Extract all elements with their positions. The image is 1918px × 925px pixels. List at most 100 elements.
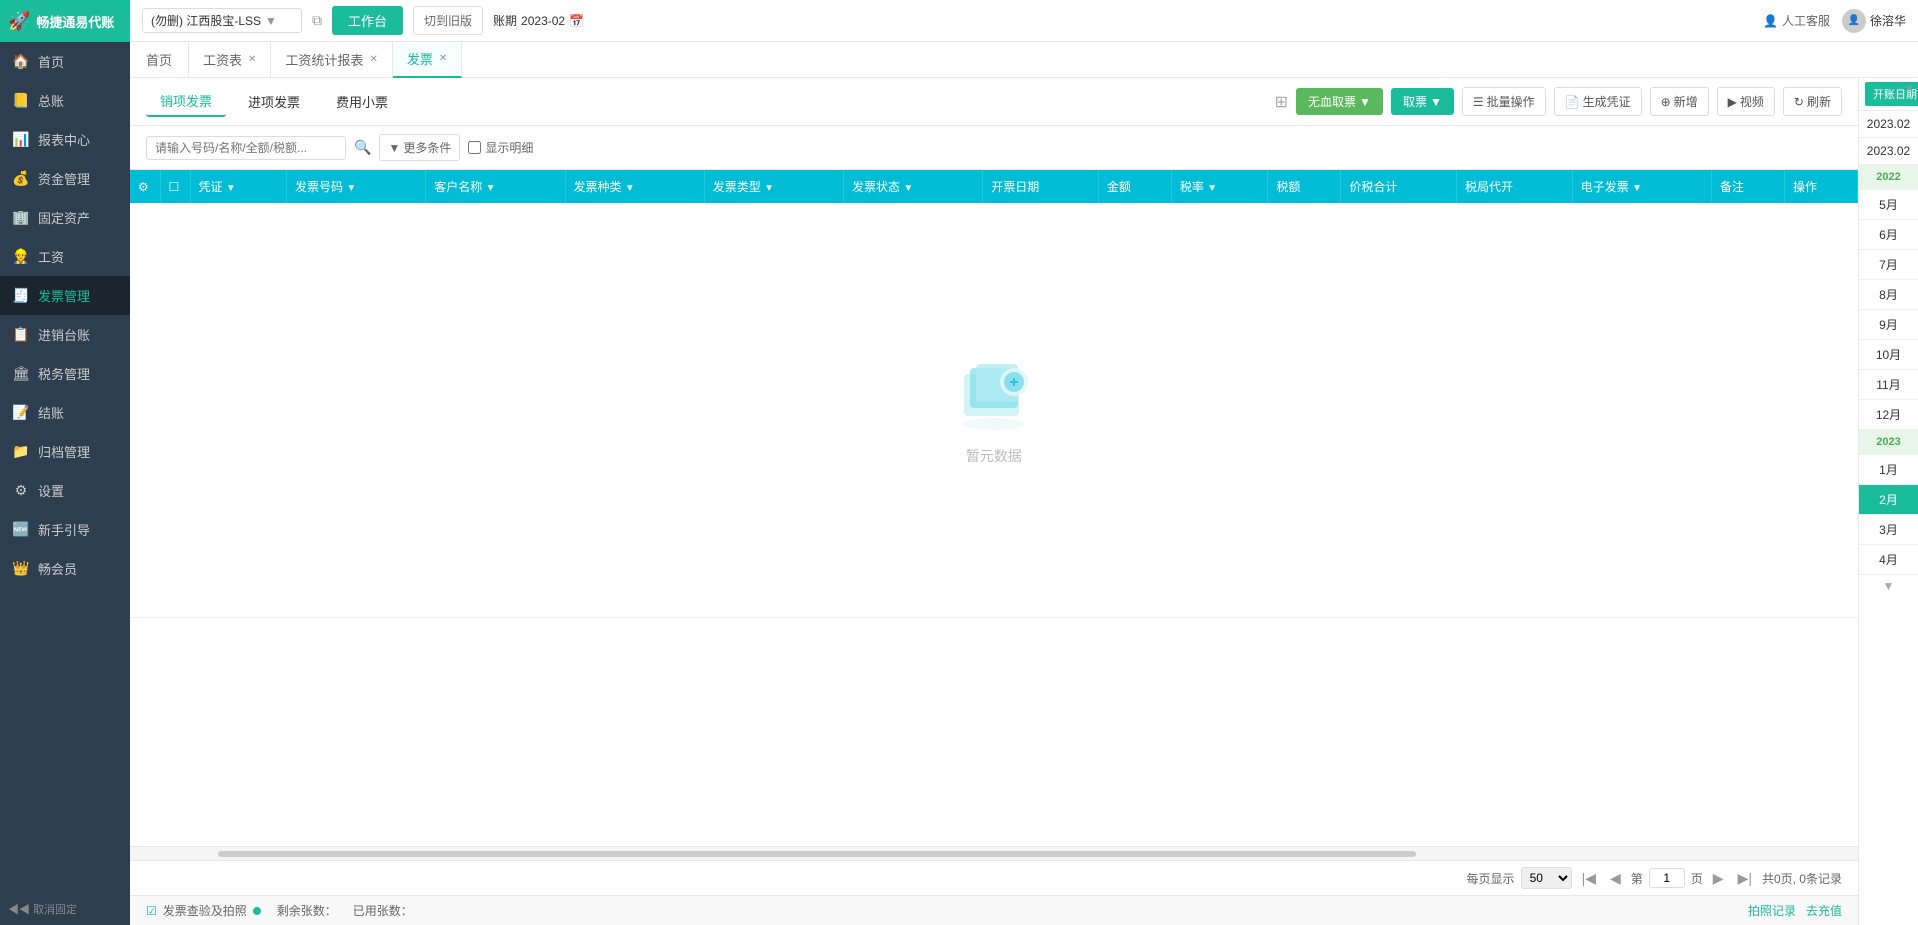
bottom-bar: ☑ 发票查验及拍照 剩余张数： 已用张数： 拍照记录 去充值 [130,895,1858,925]
sidebar-item-home[interactable]: 🏠 首页 [0,42,130,81]
sidebar-item-settings[interactable]: ⚙ 设置 [0,471,130,510]
tab-close-invoice[interactable]: ✕ [439,53,447,64]
close-accounts-icon: 📝 [12,404,30,421]
switch-version-button[interactable]: 切到旧版 [413,6,483,35]
sidebar-item-reports[interactable]: 📊 报表中心 [0,120,130,159]
col-checkbox[interactable]: ☐ [160,170,190,203]
home-icon: 🏠 [12,53,30,70]
prev-page-btn[interactable]: ◀ [1606,868,1625,889]
date-item-month5[interactable]: 5月 [1859,190,1918,220]
year-text-2023: 2023 [1876,436,1900,448]
sub-tab-sales[interactable]: 销项发票 [146,86,226,117]
tab-close-salary-report[interactable]: ✕ [369,54,377,65]
search-icon[interactable]: 🔍 [354,139,371,156]
generate-voucher-btn[interactable]: 📄 生成凭证 [1554,87,1642,116]
main-content: (勿删) 江西股宝-LSS ▼ ⧉ 工作台 切到旧版 账期 2023-02 📅 … [130,0,1918,925]
date-item-2023-1[interactable]: 1月 [1859,455,1918,485]
detail-checkbox-label[interactable]: 显示明细 [468,139,533,156]
add-record-link[interactable]: 拍照记录 [1748,902,1796,919]
scroll-down-btn[interactable]: ▼ [1859,575,1918,597]
tab-salary-report[interactable]: 工资统计报表 ✕ [271,42,392,78]
sub-tab-expense[interactable]: 费用小票 [322,87,402,116]
sidebar-item-member[interactable]: 👑 畅会员 [0,549,130,588]
sub-tab-purchase[interactable]: 进项发票 [234,87,314,116]
logo-icon: 🚀 [8,11,30,32]
sub-tab-label-sales: 销项发票 [160,94,212,109]
date-panel-header: 开账日期 ✕ [1859,78,1918,111]
cancel-fixed-btn[interactable]: ◀◀ 取消固定 [0,893,130,925]
period-calendar-icon[interactable]: 📅 [569,14,584,28]
sidebar-item-ledger[interactable]: 📒 总账 [0,81,130,120]
col-invoice-category: 发票类型 ▼ [704,170,843,203]
date-item-month11[interactable]: 11月 [1859,370,1918,400]
date-item-month7[interactable]: 7月 [1859,250,1918,280]
sidebar-item-invoice[interactable]: 🧾 发票管理 [0,276,130,315]
sidebar-item-salary[interactable]: 👷 工资 [0,237,130,276]
empty-text: 暂元数据 [966,446,1022,466]
date-item-month10[interactable]: 10月 [1859,340,1918,370]
sidebar-label-member: 畅会员 [38,559,77,578]
refresh-btn[interactable]: ↻ 刷新 [1783,87,1842,116]
tab-home[interactable]: 首页 [130,42,189,78]
sidebar-item-close[interactable]: 📝 结账 [0,393,130,432]
user-menu[interactable]: 👤 徐溶华 [1842,9,1906,33]
scroll-down-icon: ▼ [1883,579,1895,593]
new-btn[interactable]: ⊕ 新增 [1650,87,1709,116]
customer-service-btn[interactable]: 👤 人工客服 [1763,12,1830,29]
sidebar-item-funds[interactable]: 💰 资金管理 [0,159,130,198]
no-blood-invoice-btn[interactable]: 无血取票 ▼ [1296,88,1383,115]
cancel-fixed-icon: ◀◀ [8,904,30,916]
video-btn[interactable]: ▶ 视频 [1717,87,1775,116]
tab-invoice[interactable]: 发票 ✕ [393,42,462,78]
get-invoice-dropdown-icon: ▼ [1430,95,1442,109]
work-button[interactable]: 工作台 [332,6,403,35]
page-input[interactable] [1649,868,1685,888]
horizontal-scrollbar[interactable] [218,851,1416,857]
date-item-2023-02-2[interactable]: 2023.02 [1859,138,1918,165]
search-input[interactable] [146,136,346,160]
sidebar-item-archive[interactable]: 📁 归档管理 [0,432,130,471]
sidebar-item-guide[interactable]: 🆕 新手引导 [0,510,130,549]
sidebar-item-assets[interactable]: 🏢 固定资产 [0,198,130,237]
date-item-2023-02-1[interactable]: 2023.02 [1859,111,1918,138]
col-e-invoice: 电子发票 ▼ [1572,170,1711,203]
sidebar-item-tax[interactable]: 🏛 税务管理 [0,354,130,393]
col-setting[interactable]: ⚙ [130,170,160,203]
col-invoice-no: 发票号码 ▼ [287,170,426,203]
filter-btn[interactable]: ▼ 更多条件 [379,134,460,161]
get-invoice-btn[interactable]: 取票 ▼ [1391,88,1454,115]
date-item-2023-2[interactable]: 2月 [1859,485,1918,515]
col-tax-rate: 税率 ▼ [1171,170,1268,203]
grid-view-icon[interactable]: ⊞ [1275,92,1288,112]
month8-label: 8月 [1879,288,1898,302]
sidebar-item-sales-ledger[interactable]: 📋 进销台账 [0,315,130,354]
date-panel-close-btn[interactable]: ✕ [1904,82,1914,96]
date-item-month6[interactable]: 6月 [1859,220,1918,250]
date-item-month8[interactable]: 8月 [1859,280,1918,310]
batch-op-btn[interactable]: ☰ 批量操作 [1462,87,1546,116]
col-tax-amount: 税额 [1268,170,1341,203]
tab-salary[interactable]: 工资表 ✕ [189,42,271,78]
go-recharge-link[interactable]: 去充值 [1806,902,1842,919]
col-invoice-type: 发票种类 ▼ [565,170,704,203]
2023-month4-label: 4月 [1879,553,1898,567]
date-item-month9[interactable]: 9月 [1859,310,1918,340]
new-label: 新增 [1674,93,1698,110]
detail-checkbox[interactable] [468,141,481,154]
2023-month1-label: 1月 [1879,463,1898,477]
copy-icon[interactable]: ⧉ [312,12,322,29]
last-page-btn[interactable]: ▶| [1734,868,1756,889]
per-page-select[interactable]: 50 100 200 [1521,867,1572,889]
tab-close-salary[interactable]: ✕ [248,54,256,65]
date-label-2023-02-2: 2023.02 [1867,144,1910,158]
sidebar-label-ledger: 总账 [38,91,64,110]
next-page-btn[interactable]: ▶ [1709,868,1728,889]
refresh-label: 刷新 [1807,93,1831,110]
month12-label: 12月 [1876,408,1901,422]
guide-icon: 🆕 [12,521,30,538]
first-page-btn[interactable]: |◀ [1578,868,1600,889]
date-item-2023-3[interactable]: 3月 [1859,515,1918,545]
date-item-month12[interactable]: 12月 [1859,400,1918,430]
date-item-2023-4[interactable]: 4月 [1859,545,1918,575]
company-selector[interactable]: (勿删) 江西股宝-LSS ▼ [142,8,302,33]
